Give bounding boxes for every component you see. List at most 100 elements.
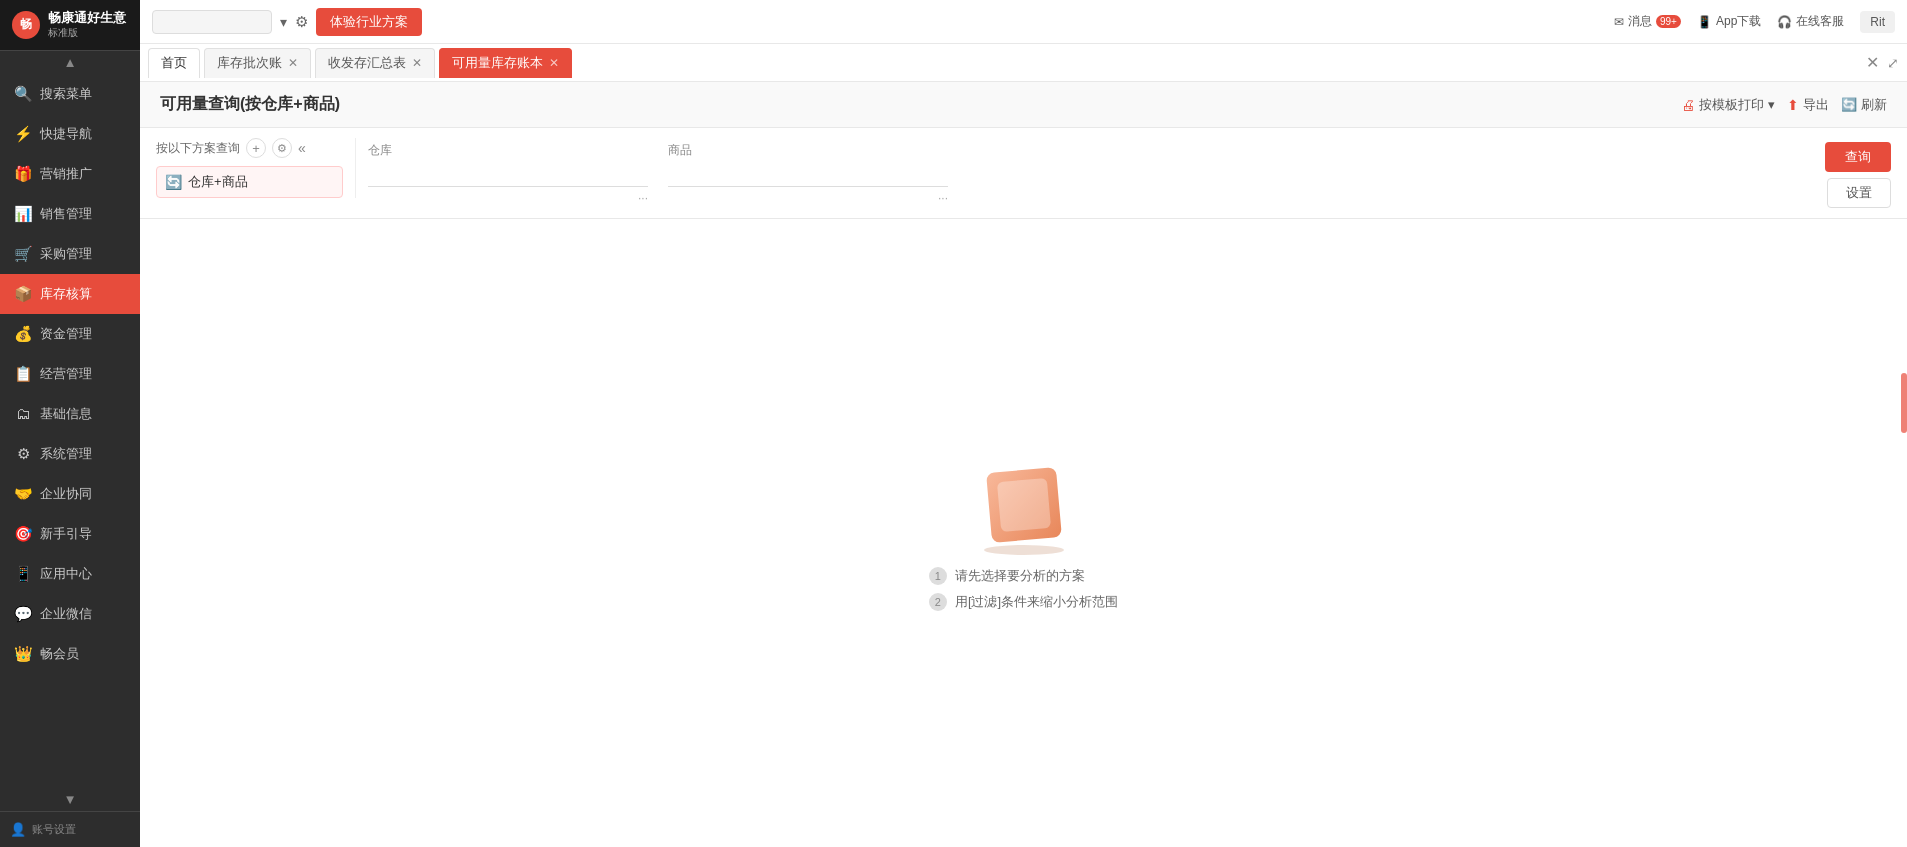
empty-box [986,467,1062,543]
product-more-btn[interactable]: ··· [938,191,948,205]
refresh-btn[interactable]: 🔄 刷新 [1841,96,1887,114]
refresh-label: 刷新 [1861,96,1887,114]
sidebar-item-label-system: 系统管理 [40,445,92,463]
query-btn[interactable]: 查询 [1825,142,1891,172]
sidebar-item-sales[interactable]: 📊 销售管理 [0,194,140,234]
export-icon: ⬆ [1787,97,1799,113]
filter-actions-right: 查询 设置 [1825,142,1891,208]
filter-section-label: 按以下方案查询 + ⚙ « [156,138,343,158]
sidebar-item-label-finance: 资金管理 [40,325,92,343]
empty-illustration [974,455,1074,555]
tab-batch-close[interactable]: ✕ [288,56,298,70]
print-dropdown-icon: ▾ [1768,97,1775,112]
export-btn[interactable]: ⬆ 导出 [1787,96,1829,114]
finance-icon: 💰 [14,325,32,343]
tab-home[interactable]: 首页 [148,48,200,78]
tab-available-label: 可用量库存账本 [452,54,543,72]
filter-config-btn[interactable]: ⚙ [272,138,292,158]
product-field: 商品 ··· [668,142,948,205]
print-label: 按模板打印 [1699,96,1764,114]
search-icon: 🔍 [14,85,32,103]
online-service-btn[interactable]: 🎧 在线客服 [1777,13,1844,30]
tabs-right: ✕ ⤢ [1866,53,1899,72]
sidebar-item-label-quick: 快捷导航 [40,125,92,143]
settings-btn[interactable]: 设置 [1827,178,1891,208]
sidebar-item-operations[interactable]: 📋 经营管理 [0,354,140,394]
sidebar-item-member[interactable]: 👑 畅会员 [0,634,140,674]
filter-collapse-btn[interactable]: « [298,140,306,156]
hint-num-1: 1 [929,567,947,585]
sidebar-item-basics[interactable]: 🗂 基础信息 [0,394,140,434]
refresh-icon: 🔄 [1841,97,1857,112]
sidebar-item-newbie[interactable]: 🎯 新手引导 [0,514,140,554]
filter-right: 仓库 ··· 商品 ··· 查询 设置 [368,138,1891,208]
sidebar-item-system[interactable]: ⚙ 系统管理 [0,434,140,474]
sidebar-item-finance[interactable]: 💰 资金管理 [0,314,140,354]
app-logo: 畅 [12,11,40,39]
sidebar-item-inventory[interactable]: 📦 库存核算 [0,274,140,314]
empty-hint-1: 1 请先选择要分析的方案 [929,567,1118,585]
window-expand-btn[interactable]: ⤢ [1887,55,1899,71]
sidebar-item-label-purchase: 采购管理 [40,245,92,263]
sidebar-item-label-basics: 基础信息 [40,405,92,423]
message-btn[interactable]: ✉ 消息 99+ [1614,13,1681,30]
empty-box-inner [996,478,1050,532]
app-title: 畅康通好生意 [48,10,126,26]
message-badge: 99+ [1656,15,1681,28]
sidebar-footer[interactable]: 👤 账号设置 [0,811,140,847]
sidebar-item-purchase[interactable]: 🛒 采购管理 [0,234,140,274]
sidebar-scroll: 🔍 搜索菜单 ⚡ 快捷导航 🎁 营销推广 📊 销售管理 🛒 采购管理 📦 库存核… [0,74,140,788]
tab-available-close[interactable]: ✕ [549,56,559,70]
gear-btn[interactable]: ⚙ [295,13,308,31]
purchase-icon: 🛒 [14,245,32,263]
scroll-down-btn[interactable]: ▼ [0,788,140,811]
cooperation-icon: 🤝 [14,485,32,503]
filter-left: 按以下方案查询 + ⚙ « 🔄 仓库+商品 [156,138,356,198]
product-field-label: 商品 [668,142,948,159]
filter-add-btn[interactable]: + [246,138,266,158]
filter-scheme-label: 仓库+商品 [188,173,248,191]
sidebar-item-label-member: 畅会员 [40,645,79,663]
search-input[interactable] [152,10,272,34]
app-download-btn[interactable]: 📱 App下载 [1697,13,1761,30]
sidebar-item-cooperation[interactable]: 🤝 企业协同 [0,474,140,514]
apps-icon: 📱 [14,565,32,583]
tab-batch[interactable]: 库存批次账 ✕ [204,48,311,78]
basics-icon: 🗂 [14,405,32,422]
user-menu-btn[interactable]: Rit [1860,11,1895,33]
print-btn[interactable]: 🖨 按模板打印 ▾ [1681,96,1775,114]
service-label: 在线客服 [1796,13,1844,30]
product-input[interactable] [668,163,948,187]
filter-scheme-item[interactable]: 🔄 仓库+商品 [156,166,343,198]
hint-num-2: 2 [929,593,947,611]
tabs-bar: 首页 库存批次账 ✕ 收发存汇总表 ✕ 可用量库存账本 ✕ ✕ ⤢ [140,44,1907,82]
scroll-up-btn[interactable]: ▲ [0,51,140,74]
export-label: 导出 [1803,96,1829,114]
scrollbar-indicator [1901,373,1907,433]
newbie-icon: 🎯 [14,525,32,543]
empty-hint-2: 2 用[过滤]条件来缩小分析范围 [929,593,1118,611]
tab-available[interactable]: 可用量库存账本 ✕ [439,48,572,78]
system-icon: ⚙ [14,445,32,463]
printer-icon: 🖨 [1681,97,1695,113]
message-icon: ✉ [1614,15,1624,29]
tab-summary[interactable]: 收发存汇总表 ✕ [315,48,435,78]
sidebar-item-search[interactable]: 🔍 搜索菜单 [0,74,140,114]
app-title-wrap: 畅康通好生意 标准版 [48,10,126,40]
window-close-btn[interactable]: ✕ [1866,53,1879,72]
warehouse-more-btn[interactable]: ··· [638,191,648,205]
sidebar-item-quick[interactable]: ⚡ 快捷导航 [0,114,140,154]
dropdown-btn[interactable]: ▾ [280,14,287,30]
empty-hint-text-2: 用[过滤]条件来缩小分析范围 [955,593,1118,611]
sidebar-item-label-cooperation: 企业协同 [40,485,92,503]
app-badge: 标准版 [48,26,126,40]
tab-batch-label: 库存批次账 [217,54,282,72]
sidebar-item-wechat[interactable]: 💬 企业微信 [0,594,140,634]
experience-btn[interactable]: 体验行业方案 [316,8,422,36]
sidebar-item-marketing[interactable]: 🎁 营销推广 [0,154,140,194]
warehouse-input[interactable] [368,163,648,187]
tab-summary-close[interactable]: ✕ [412,56,422,70]
sidebar-item-apps[interactable]: 📱 应用中心 [0,554,140,594]
topbar-right: ✉ 消息 99+ 📱 App下载 🎧 在线客服 Rit [1614,11,1895,33]
empty-hints: 1 请先选择要分析的方案 2 用[过滤]条件来缩小分析范围 [929,567,1118,611]
